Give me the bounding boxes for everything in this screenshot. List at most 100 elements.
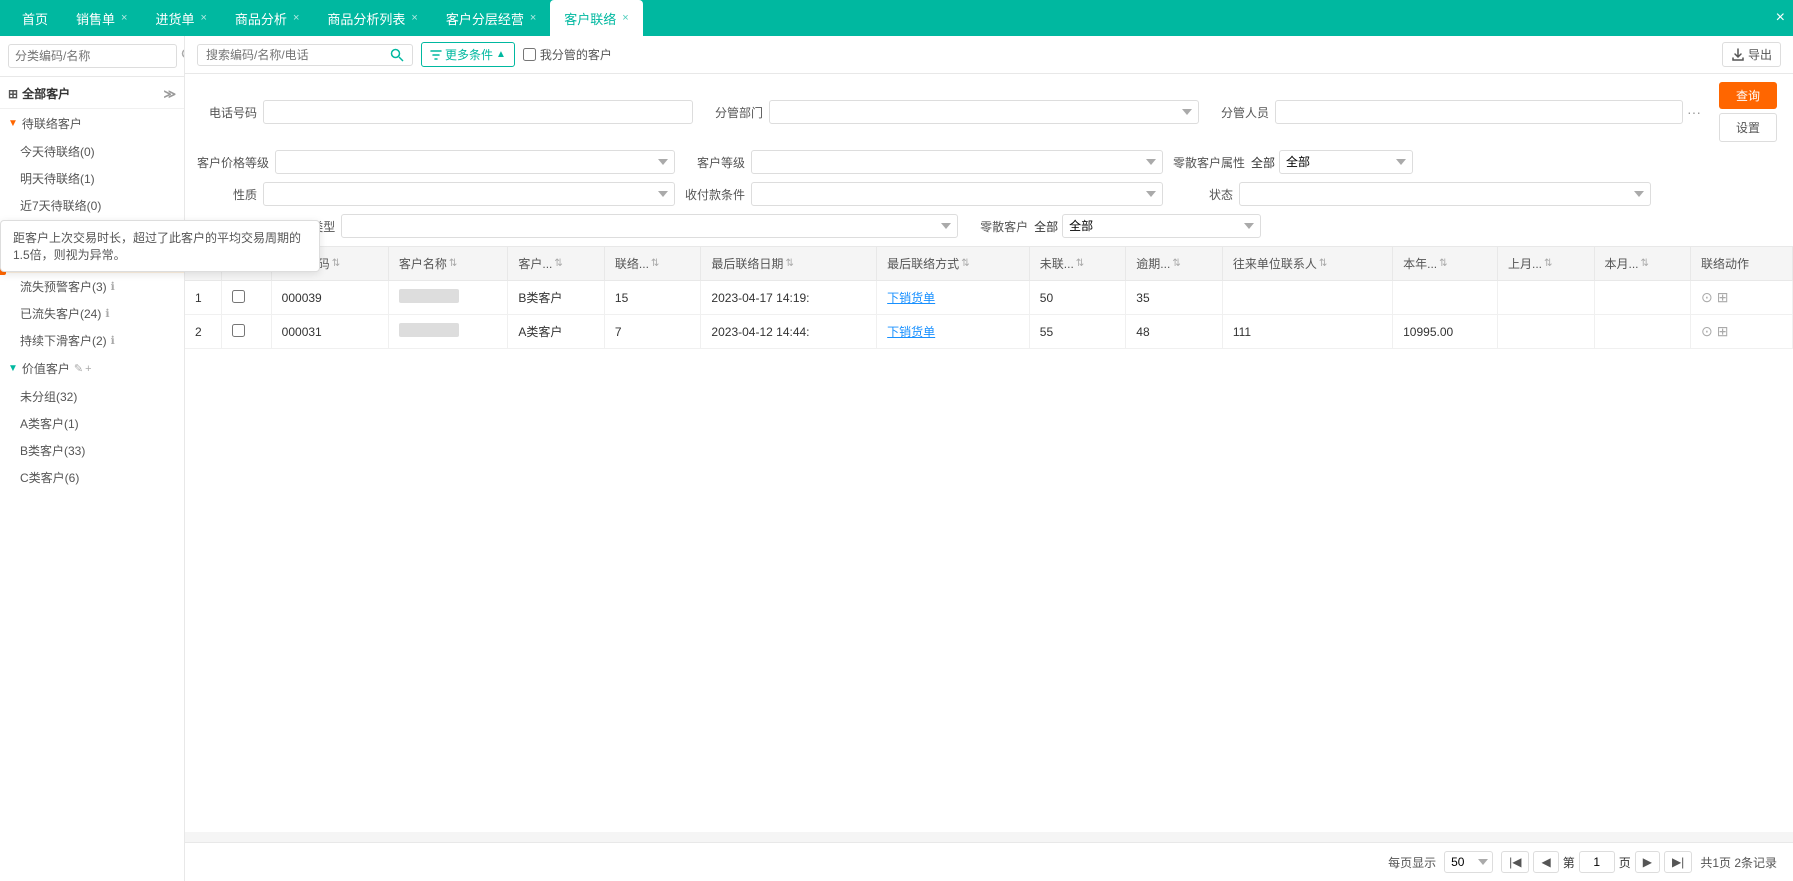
table-row: 2 000031 A类客户 7 2023-04-12 14:44: 下销货单 xyxy=(185,315,1793,349)
contact-method-link-2[interactable]: 下销货单 xyxy=(887,325,935,339)
grid-action-icon-1[interactable]: ⊞ xyxy=(1717,289,1729,306)
contact-method-link-1[interactable]: 下销货单 xyxy=(887,291,935,305)
sort-code-icon[interactable]: ⇅ xyxy=(332,258,340,269)
sidebar-item-today[interactable]: 今天待联络(0) xyxy=(0,138,184,165)
cell-action-1: ⊙ ⊞ xyxy=(1691,281,1793,315)
page-prev-btn[interactable]: ◀ xyxy=(1533,851,1558,873)
sort-this-month-icon[interactable]: ⇅ xyxy=(1641,258,1649,269)
close-sales-tab[interactable]: × xyxy=(121,12,127,24)
sort-contact-icon[interactable]: ⇅ xyxy=(651,258,659,269)
my-customers-checkbox[interactable] xyxy=(523,48,536,61)
nav-customer-tier[interactable]: 客户分层经营 × xyxy=(432,0,550,36)
close-customer-tier-tab[interactable]: × xyxy=(530,12,536,24)
sidebar-item-type-c[interactable]: C类客户(6) xyxy=(0,464,184,491)
sidebar-search-button[interactable] xyxy=(177,48,185,65)
manager-input[interactable] xyxy=(1275,100,1683,124)
retail-attr-select[interactable]: 全部 xyxy=(1279,150,1413,174)
sort-name-icon[interactable]: ⇅ xyxy=(449,258,457,269)
sidebar-item-declining[interactable]: 持续下滑客户(2) ℹ xyxy=(0,327,184,354)
close-product-list-tab[interactable]: × xyxy=(411,12,417,24)
page-size-select[interactable]: 50 100 200 xyxy=(1444,851,1493,873)
export-button[interactable]: 导出 xyxy=(1722,42,1781,67)
sidebar-group-value[interactable]: ▼ 价值客户 ✎ + xyxy=(0,354,184,383)
sort-person-icon[interactable]: ⇅ xyxy=(1319,258,1327,269)
sidebar-collapse-btn[interactable]: ≫ xyxy=(163,87,176,101)
sort-method-icon[interactable]: ⇅ xyxy=(961,258,969,269)
edit-icon[interactable]: ✎ xyxy=(74,362,83,375)
nav-home[interactable]: 首页 xyxy=(8,0,62,36)
cell-method-1[interactable]: 下销货单 xyxy=(877,281,1030,315)
phone-input[interactable] xyxy=(263,100,693,124)
sidebar-search-input[interactable] xyxy=(8,44,177,68)
sidebar-group-pending[interactable]: ▼ 待联络客户 xyxy=(0,109,184,138)
nature-select[interactable] xyxy=(263,182,675,206)
retail-customer-select[interactable]: 全部 xyxy=(1062,214,1261,238)
cell-index-2: 2 xyxy=(185,315,221,349)
settings-button[interactable]: 设置 xyxy=(1719,113,1777,142)
sort-year-icon[interactable]: ⇅ xyxy=(1439,258,1447,269)
pagination-bar: 每页显示 50 100 200 |◀ ◀ 第 页 ▶ ▶| 共1页 2条记录 xyxy=(185,842,1793,881)
close-all-tabs[interactable]: × xyxy=(1776,9,1785,27)
sidebar-all-customers-header: ⊞ 全部客户 ≫ xyxy=(0,77,184,109)
sidebar-item-tomorrow[interactable]: 明天待联络(1) xyxy=(0,165,184,192)
close-purchase-tab[interactable]: × xyxy=(200,12,206,24)
filter-cell-payment: 收付款条件 xyxy=(685,182,1163,206)
dept-select[interactable] xyxy=(769,100,1199,124)
nav-purchase[interactable]: 进货单 × xyxy=(141,0,220,36)
page-suffix: 页 xyxy=(1619,854,1631,871)
filter-cell-status: 状态 xyxy=(1173,182,1651,206)
sort-date-icon[interactable]: ⇅ xyxy=(785,258,793,269)
add-icon[interactable]: + xyxy=(85,363,91,375)
sidebar-item-type-b[interactable]: B类客户(33) xyxy=(0,437,184,464)
sidebar-item-churned[interactable]: 已流失客户(24) ℹ xyxy=(0,300,184,327)
cell-checkbox-2[interactable] xyxy=(221,315,271,349)
cell-type-1: B类客户 xyxy=(508,281,605,315)
status-select[interactable] xyxy=(1239,182,1651,206)
cell-checkbox-1[interactable] xyxy=(221,281,271,315)
query-button[interactable]: 查询 xyxy=(1719,82,1777,109)
close-customer-contact-tab[interactable]: × xyxy=(622,12,628,24)
price-level-select[interactable] xyxy=(275,150,675,174)
main-search-input[interactable] xyxy=(206,48,386,62)
cell-overdue-1: 35 xyxy=(1126,281,1223,315)
page-label: 第 xyxy=(1563,854,1575,871)
link-action-icon-1[interactable]: ⊙ xyxy=(1701,289,1713,306)
manager-dots-btn[interactable]: ··· xyxy=(1683,104,1705,120)
link-action-icon-2[interactable]: ⊙ xyxy=(1701,323,1713,340)
sort-overdue-icon[interactable]: ⇅ xyxy=(1172,258,1180,269)
cell-method-2[interactable]: 下销货单 xyxy=(877,315,1030,349)
my-customers-checkbox-label[interactable]: 我分管的客户 xyxy=(523,46,612,63)
more-conditions-btn[interactable]: 更多条件 ▲ xyxy=(421,42,515,67)
sidebar-item-7days[interactable]: 近7天待联络(0) xyxy=(0,192,184,219)
page-number-input[interactable] xyxy=(1579,851,1615,873)
row2-checkbox[interactable] xyxy=(232,324,245,337)
nav-sales[interactable]: 销售单 × xyxy=(62,0,141,36)
sort-last-month-icon[interactable]: ⇅ xyxy=(1544,258,1552,269)
nav-customer-contact[interactable]: 客户联络 × xyxy=(550,0,642,36)
table-header-row: ⚙ 客户编码 ⇅ 客户名称 xyxy=(185,247,1793,281)
filter-cell-customer-level: 客户等级 xyxy=(685,150,1163,174)
customer-level-select[interactable] xyxy=(751,150,1163,174)
row1-checkbox[interactable] xyxy=(232,290,245,303)
horizontal-scrollbar[interactable] xyxy=(185,832,1793,842)
sidebar-item-churn-warning[interactable]: 流失预警客户(3) ℹ xyxy=(0,273,184,300)
cell-action-2: ⊙ ⊞ xyxy=(1691,315,1793,349)
nav-product-analysis[interactable]: 商品分析 × xyxy=(221,0,313,36)
table-col-contact-person: 往来单位联系人 ⇅ xyxy=(1222,247,1392,281)
cell-last-month-1 xyxy=(1498,281,1595,315)
sort-type-icon[interactable]: ⇅ xyxy=(554,258,562,269)
search-box xyxy=(197,44,413,66)
page-next-btn[interactable]: ▶ xyxy=(1635,851,1660,873)
sidebar-item-type-a[interactable]: A类客户(1) xyxy=(0,410,184,437)
page-last-btn[interactable]: ▶| xyxy=(1664,851,1692,873)
page-first-btn[interactable]: |◀ xyxy=(1501,851,1529,873)
grid-action-icon-2[interactable]: ⊞ xyxy=(1717,323,1729,340)
sidebar-item-ungrouped[interactable]: 未分组(32) xyxy=(0,383,184,410)
payment-select[interactable] xyxy=(751,182,1163,206)
customer-type-select[interactable] xyxy=(341,214,958,238)
cell-date-2: 2023-04-12 14:44: xyxy=(701,315,877,349)
close-product-analysis-tab[interactable]: × xyxy=(293,12,299,24)
nav-product-list[interactable]: 商品分析列表 × xyxy=(313,0,431,36)
table-col-name: 客户名称 ⇅ xyxy=(388,247,508,281)
sort-unread-icon[interactable]: ⇅ xyxy=(1076,258,1084,269)
